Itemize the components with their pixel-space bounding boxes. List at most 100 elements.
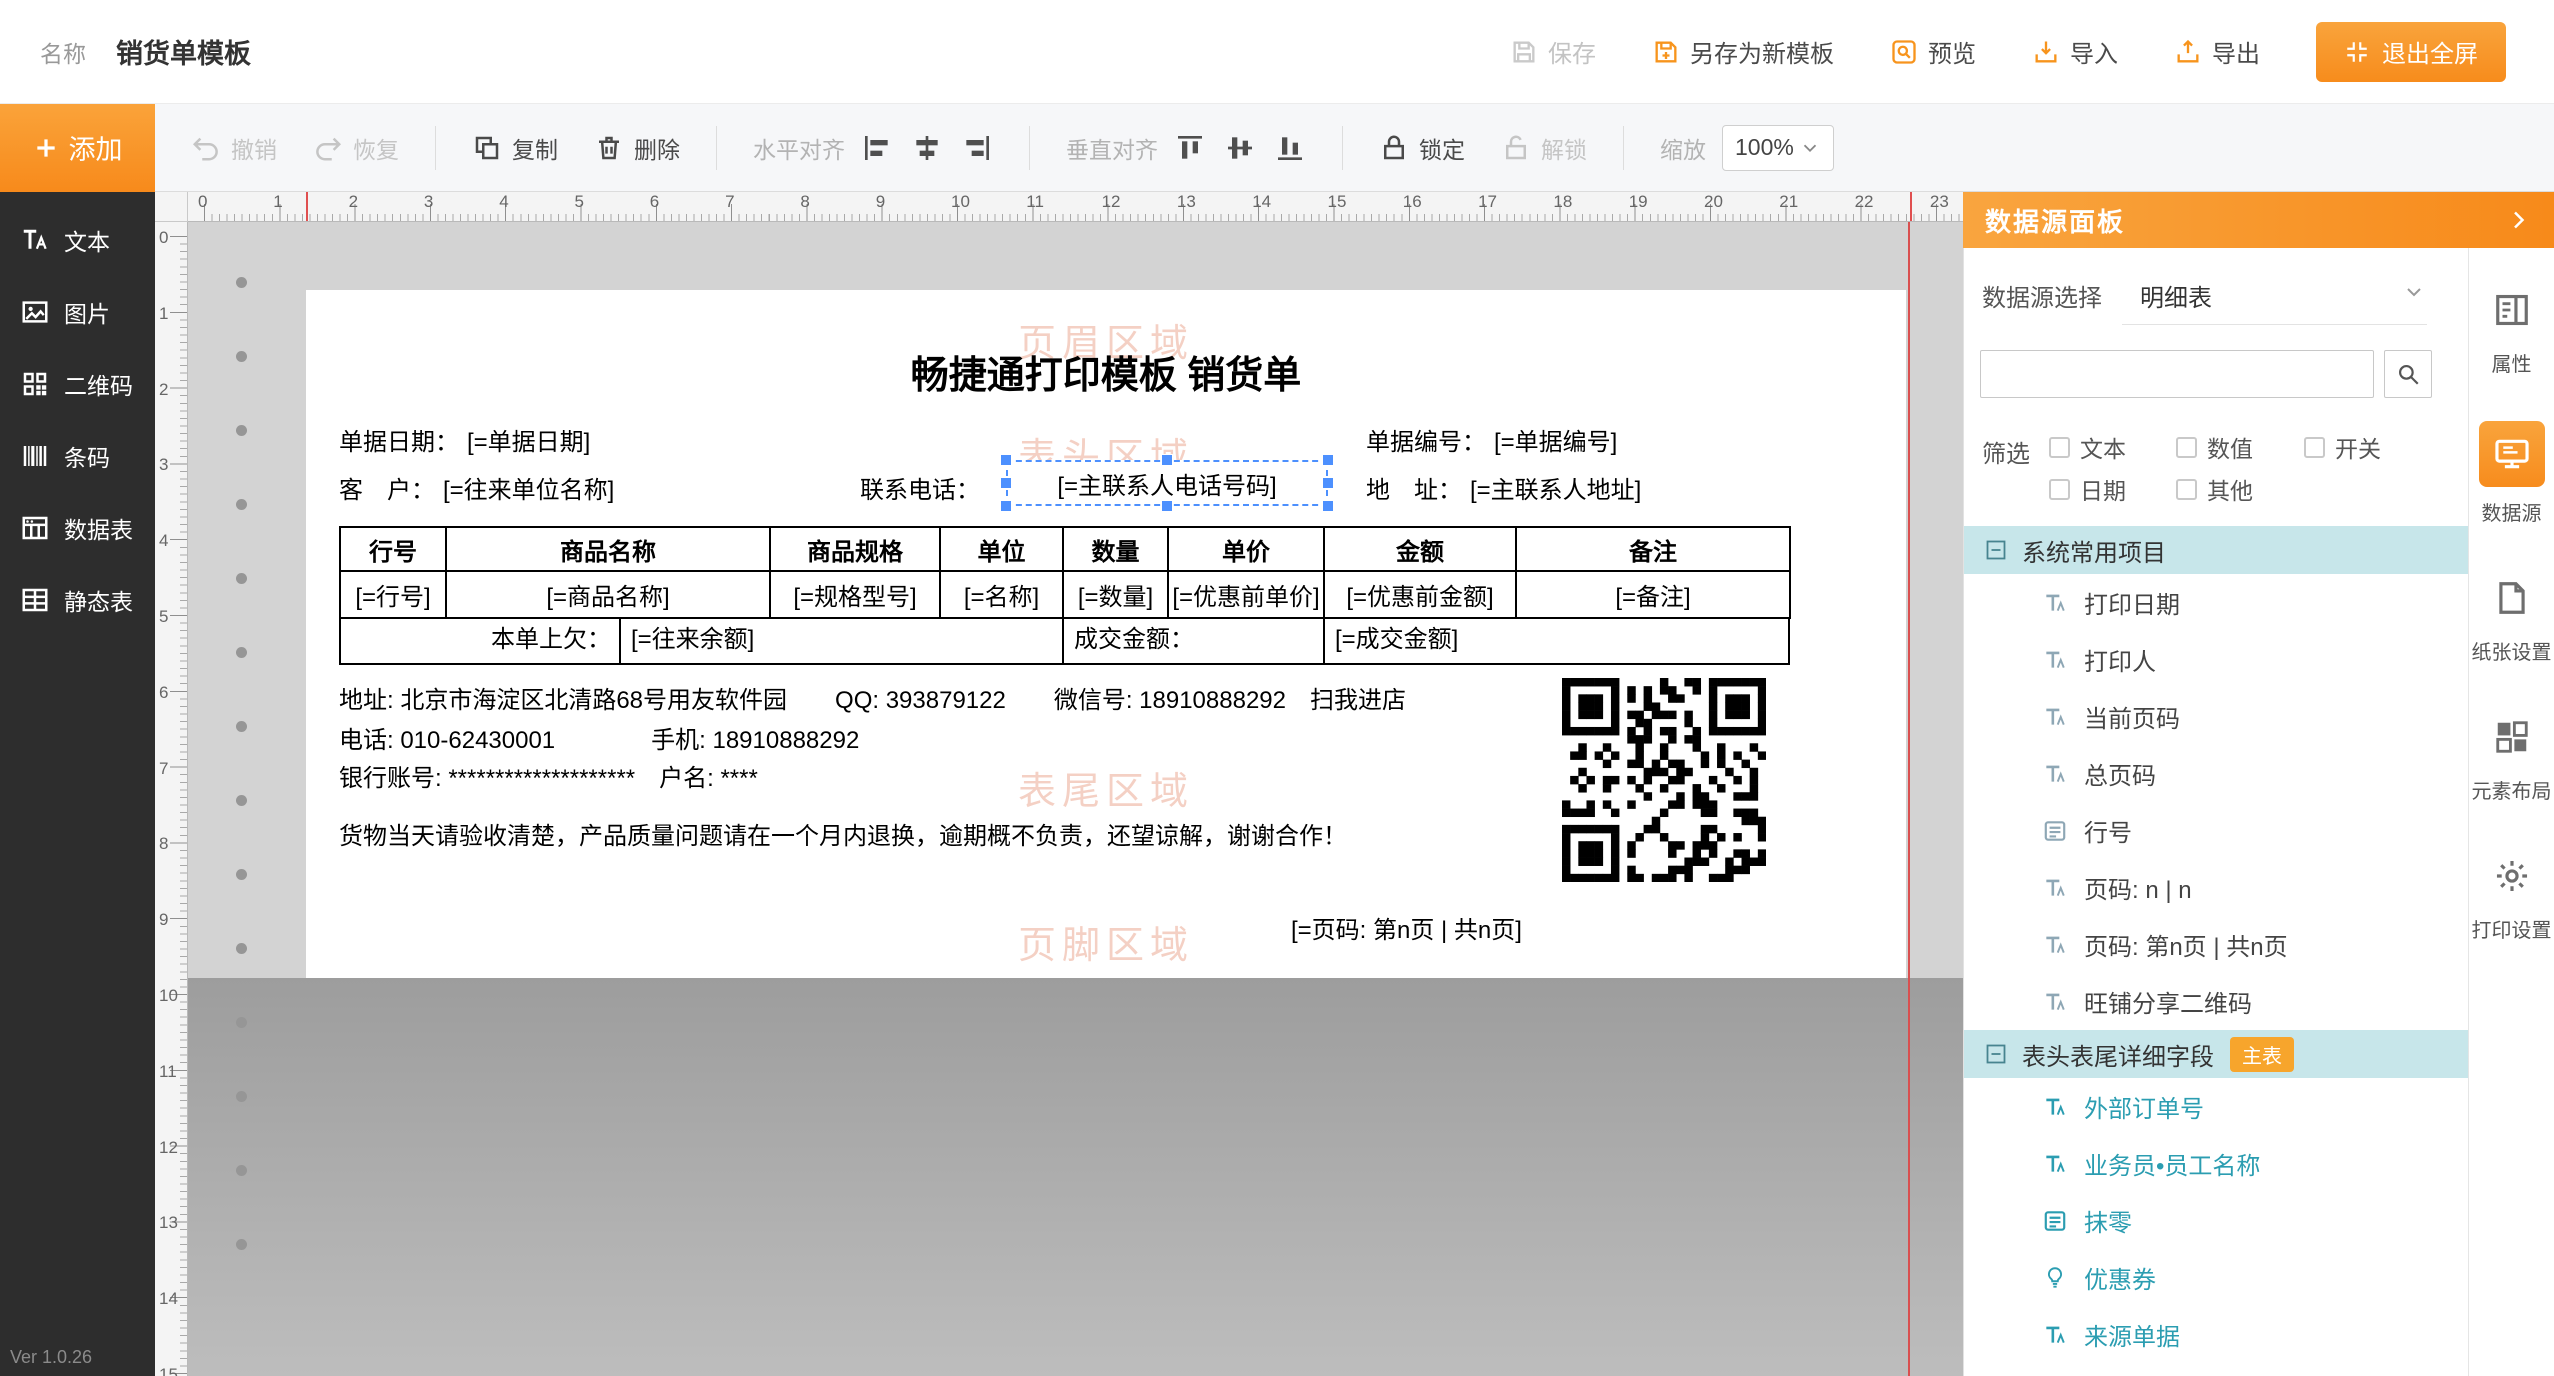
align-bottom-icon[interactable]: [1274, 132, 1306, 164]
owe-label-cell[interactable]: 本单上欠：: [341, 619, 621, 663]
field-item[interactable]: 打印日期: [1964, 574, 2468, 631]
align-middle-icon[interactable]: [1224, 132, 1256, 164]
save-button[interactable]: 保存: [1510, 34, 1596, 69]
field-item[interactable]: 页码: n | n: [1964, 859, 2468, 916]
footer-line-bank[interactable]: 银行账号: ******************** 户名: ****: [339, 758, 758, 793]
field-item[interactable]: 行号: [1964, 802, 2468, 859]
import-button[interactable]: 导入: [2032, 34, 2118, 69]
align-top-icon[interactable]: [1174, 132, 1206, 164]
design-canvas[interactable]: 页眉区域 表头区域 表尾区域 页脚区域 畅捷通打印模板 销货单 单据日期： [=…: [188, 222, 1963, 1376]
field-item[interactable]: 页码: 第n页 | 共n页: [1964, 916, 2468, 973]
checkbox[interactable]: [2176, 478, 2197, 500]
exit-fullscreen-button[interactable]: 退出全屏: [2316, 21, 2506, 82]
checkbox[interactable]: [2304, 436, 2325, 458]
field-item[interactable]: 来源单据: [1964, 1306, 2468, 1363]
filter-option-2[interactable]: 数值: [2176, 430, 2253, 464]
template-title[interactable]: 畅捷通打印模板 销货单: [306, 344, 1906, 399]
zoom-select[interactable]: 100%: [1722, 124, 1834, 171]
table-header-cell[interactable]: 行号: [339, 526, 447, 572]
sidebar-item-2[interactable]: 图片: [0, 276, 155, 348]
selected-element-phone-value[interactable]: [=主联系人电话号码]: [1000, 454, 1334, 512]
customer-field[interactable]: 客 户： [=往来单位名称]: [339, 470, 614, 505]
save-as-new-template-button[interactable]: 另存为新模板: [1652, 34, 1834, 69]
align-center-horizontal-icon[interactable]: [911, 132, 943, 164]
table-data-cell[interactable]: [=备注]: [1515, 570, 1791, 619]
resize-handle[interactable]: [1322, 500, 1334, 512]
section-header-2[interactable]: 表头表尾详细字段 主表: [1964, 1030, 2468, 1078]
sidebar-item-1[interactable]: 文本: [0, 204, 155, 276]
strip-item-4[interactable]: 元素布局: [2472, 709, 2552, 804]
redo-button[interactable]: 恢复: [313, 131, 399, 165]
field-item[interactable]: 当前页码: [1964, 688, 2468, 745]
resize-handle[interactable]: [1000, 477, 1012, 489]
table-header-cell[interactable]: 单价: [1167, 526, 1325, 572]
add-button[interactable]: 添加: [0, 103, 155, 192]
delete-button[interactable]: 删除: [594, 131, 680, 165]
qr-code-image[interactable]: [1562, 678, 1767, 883]
search-input[interactable]: [1980, 350, 2374, 398]
datasource-select-value[interactable]: 明细表: [2140, 278, 2212, 313]
resize-handle[interactable]: [1000, 500, 1012, 512]
sidebar-item-5[interactable]: 数据表: [0, 492, 155, 564]
field-item[interactable]: 总页码: [1964, 745, 2468, 802]
table-data-cell[interactable]: [=规格型号]: [769, 570, 941, 619]
undo-button[interactable]: 撤销: [191, 131, 277, 165]
sidebar-item-4[interactable]: 条码: [0, 420, 155, 492]
filter-option-3[interactable]: 开关: [2304, 430, 2381, 464]
table-summary-row[interactable]: 本单上欠： [=往来余额] 成交金额： [=成交金额]: [339, 619, 1790, 665]
doc-no-field[interactable]: 单据编号： [=单据编号]: [1366, 422, 1617, 457]
table-header-cell[interactable]: 商品名称: [445, 526, 771, 572]
search-button[interactable]: [2384, 350, 2432, 398]
resize-handle[interactable]: [1161, 454, 1173, 466]
sidebar-item-6[interactable]: 静态表: [0, 564, 155, 636]
strip-item-3[interactable]: 纸张设置: [2472, 570, 2552, 665]
table-header-cell[interactable]: 备注: [1515, 526, 1791, 572]
table-data-cell[interactable]: [=优惠前单价]: [1167, 570, 1325, 619]
field-item[interactable]: 优惠券: [1964, 1249, 2468, 1306]
owe-value-cell[interactable]: [=往来余额]: [621, 619, 1064, 663]
table-data-cell[interactable]: [=行号]: [339, 570, 447, 619]
amount-label-cell[interactable]: 成交金额：: [1064, 619, 1325, 663]
field-item[interactable]: 旺铺分享二维码: [1964, 973, 2468, 1030]
table-header-cell[interactable]: 金额: [1323, 526, 1517, 572]
page-number-field[interactable]: [=页码: 第n页 | 共n页]: [1291, 910, 1522, 945]
copy-button[interactable]: 复制: [472, 131, 558, 165]
table-data-cell[interactable]: [=名称]: [939, 570, 1064, 619]
checkbox[interactable]: [2049, 478, 2070, 500]
table-data-cell[interactable]: [=数量]: [1062, 570, 1169, 619]
align-right-icon[interactable]: [961, 132, 993, 164]
phone-label-field[interactable]: 联系电话：: [860, 470, 980, 505]
checkbox[interactable]: [2049, 436, 2070, 458]
amount-value-cell[interactable]: [=成交金额]: [1325, 619, 1784, 663]
table-header-cell[interactable]: 数量: [1062, 526, 1169, 572]
doc-date-field[interactable]: 单据日期： [=单据日期]: [339, 422, 590, 457]
unlock-button[interactable]: 解锁: [1501, 131, 1587, 165]
field-item[interactable]: 外部订单号: [1964, 1078, 2468, 1135]
strip-item-5[interactable]: 打印设置: [2472, 848, 2552, 943]
panel-collapse-icon[interactable]: [2506, 208, 2530, 232]
section-header-1[interactable]: 系统常用项目: [1964, 526, 2468, 574]
checkbox[interactable]: [2176, 436, 2197, 458]
table-data-cell[interactable]: [=商品名称]: [445, 570, 771, 619]
field-item[interactable]: 抹零: [1964, 1192, 2468, 1249]
strip-item-1[interactable]: 属性: [2480, 282, 2544, 377]
preview-button[interactable]: 预览: [1890, 34, 1976, 69]
resize-handle[interactable]: [1000, 454, 1012, 466]
resize-handle[interactable]: [1322, 454, 1334, 466]
table-header-cell[interactable]: 单位: [939, 526, 1064, 572]
address-field[interactable]: 地 址： [=主联系人地址]: [1366, 470, 1641, 505]
filter-option-5[interactable]: 其他: [2176, 472, 2253, 506]
footer-line-notice[interactable]: 货物当天请验收清楚，产品质量问题请在一个月内退换，逾期概不负责，还望谅解，谢谢合…: [339, 816, 1347, 851]
field-item[interactable]: 打印人: [1964, 631, 2468, 688]
footer-line-address[interactable]: 地址: 北京市海淀区北清路68号用友软件园 QQ: 393879122 微信号:…: [339, 680, 1406, 715]
filter-option-4[interactable]: 日期: [2049, 472, 2126, 506]
resize-handle[interactable]: [1161, 500, 1173, 512]
items-table[interactable]: 行号 商品名称 商品规格 单位 数量 单价 金额 备注 [=行号] [=商品名称] [=规格型号][…: [339, 526, 1791, 665]
resize-handle[interactable]: [1322, 477, 1334, 489]
filter-option-1[interactable]: 文本: [2049, 430, 2126, 464]
table-header-cell[interactable]: 商品规格: [769, 526, 941, 572]
table-data-cell[interactable]: [=优惠前金额]: [1323, 570, 1517, 619]
field-item[interactable]: 业务员•员工名称: [1964, 1135, 2468, 1192]
strip-item-2[interactable]: 数据源: [2478, 421, 2545, 526]
chevron-down-icon[interactable]: [2402, 280, 2426, 304]
